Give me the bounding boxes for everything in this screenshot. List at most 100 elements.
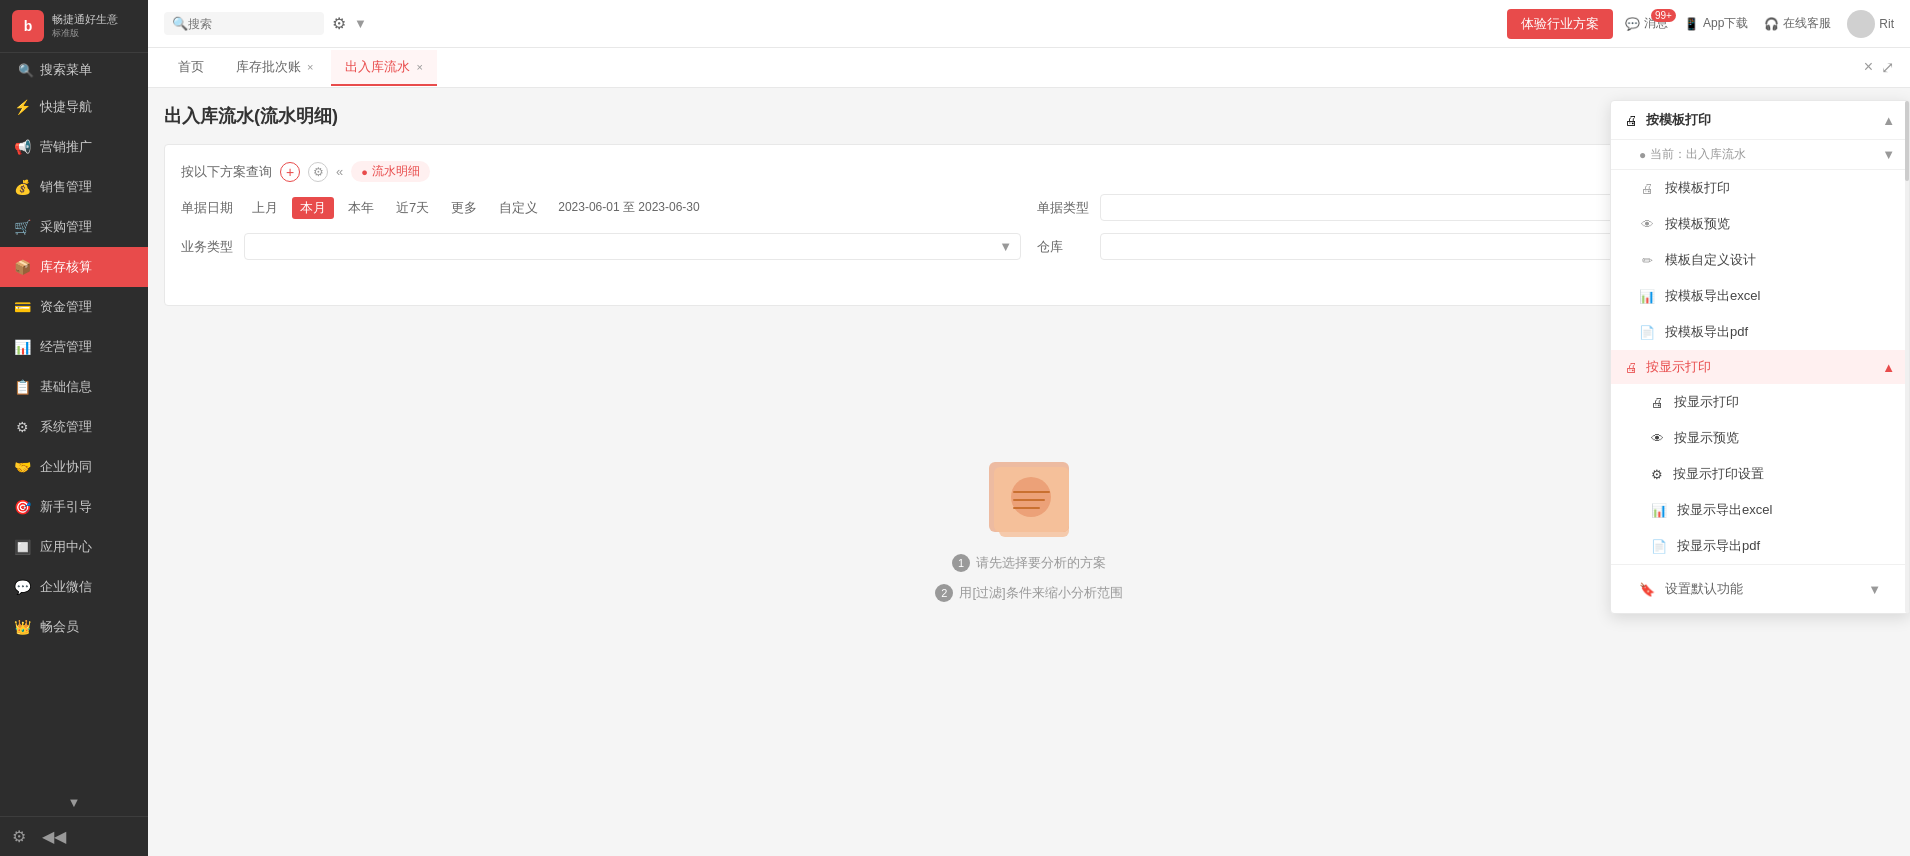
date-opt-last-month[interactable]: 上月: [244, 197, 286, 219]
filter-chip[interactable]: ● 流水明细: [351, 161, 430, 182]
dropdown-template-design[interactable]: ✏ 模板自定义设计: [1611, 242, 1909, 278]
display-excel-label: 按显示导出excel: [1677, 501, 1772, 519]
tab-flow[interactable]: 出入库流水 ×: [331, 50, 436, 86]
excel-icon: 📊: [1639, 288, 1655, 304]
tab-flow-label: 出入库流水: [345, 58, 410, 76]
step1-text: 请先选择要分析的方案: [976, 554, 1106, 572]
set-default-button[interactable]: 🔖 设置默认功能 ▼: [1625, 573, 1895, 605]
logo-icon: b: [12, 10, 44, 42]
filter-date-label: 单据日期: [181, 199, 236, 217]
nav-label: 销售管理: [40, 178, 92, 196]
nav-label: 企业协同: [40, 458, 92, 476]
dropdown-display-print[interactable]: 🖨 按显示打印: [1611, 384, 1909, 420]
content-area: 出入库流水(流水明细) 🖨 按模板打印 ▲ ⬆ 导出 ↻ 刷新: [148, 88, 1910, 856]
tab-home[interactable]: 首页: [164, 50, 218, 86]
nav-label: 采购管理: [40, 218, 92, 236]
brand-version: 标准版: [52, 27, 118, 40]
nav-label: 库存核算: [40, 258, 92, 276]
nav-label: 新手引导: [40, 498, 92, 516]
search-input[interactable]: [188, 17, 288, 31]
step2-text: 用[过滤]条件来缩小分析范围: [959, 584, 1122, 602]
nav-icon: ⚙: [12, 417, 32, 437]
window-controls: × ⤢: [1864, 58, 1894, 77]
filter-add-button[interactable]: +: [280, 162, 300, 182]
display-settings-label: 按显示打印设置: [1673, 465, 1764, 483]
nav-label: 应用中心: [40, 538, 92, 556]
date-opt-current-year[interactable]: 本年: [340, 197, 382, 219]
messages-badge: 99+: [1651, 9, 1676, 22]
window-close-btn[interactable]: ×: [1864, 58, 1873, 77]
dropdown-display-preview[interactable]: 👁 按显示预览: [1611, 420, 1909, 456]
filter-biztype-select[interactable]: ▼: [244, 233, 1021, 260]
nav-icon: ⚡: [12, 97, 32, 117]
chevron-down-icon: ▼: [999, 239, 1012, 254]
sidebar-item-marketing[interactable]: 📢 营销推广: [0, 127, 148, 167]
app-icon: 📱: [1684, 17, 1699, 31]
sidebar-item-finance[interactable]: 💳 资金管理: [0, 287, 148, 327]
sidebar-item-appcenter[interactable]: 🔲 应用中心: [0, 527, 148, 567]
section-arrow-up[interactable]: ▲: [1882, 360, 1895, 375]
date-opt-more[interactable]: 更多: [443, 197, 485, 219]
sidebar-item-enterprise[interactable]: 🤝 企业协同: [0, 447, 148, 487]
filter-settings-button[interactable]: ⚙: [308, 162, 328, 182]
filter-collapse-button[interactable]: «: [336, 164, 343, 179]
date-opt-7days[interactable]: 近7天: [388, 197, 437, 219]
print-icon: 🖨: [1639, 180, 1655, 196]
sidebar-item-system[interactable]: ⚙ 系统管理: [0, 407, 148, 447]
sidebar-item-wechat[interactable]: 💬 企业微信: [0, 567, 148, 607]
dropdown-display-pdf[interactable]: 📄 按显示导出pdf: [1611, 528, 1909, 564]
topbar-dropdown-arrow[interactable]: ▼: [354, 16, 367, 31]
filter-doctype-label: 单据类型: [1037, 199, 1092, 217]
dropdown-template-excel[interactable]: 📊 按模板导出excel: [1611, 278, 1909, 314]
nav-icon: 👑: [12, 617, 32, 637]
sidebar-scroll-down[interactable]: ▼: [0, 789, 148, 816]
messages-button[interactable]: 💬 消息 99+: [1625, 15, 1668, 32]
nav-icon: 🤝: [12, 457, 32, 477]
search-bar[interactable]: 🔍: [164, 12, 324, 35]
online-service-button[interactable]: 🎧 在线客服: [1764, 15, 1831, 32]
tab-batch[interactable]: 库存批次账 ×: [222, 50, 327, 86]
template-print-label: 按模板打印: [1665, 179, 1730, 197]
dropdown-template-print[interactable]: 🖨 按模板打印: [1611, 170, 1909, 206]
nav-icon: 💰: [12, 177, 32, 197]
app-download-button[interactable]: 📱 App下载: [1684, 15, 1748, 32]
collapse-icon[interactable]: ◀◀: [42, 827, 66, 846]
nav-icon: 🔲: [12, 537, 32, 557]
sidebar-item-sales[interactable]: 💰 销售管理: [0, 167, 148, 207]
sidebar-item-guide[interactable]: 🎯 新手引导: [0, 487, 148, 527]
sidebar-item-basics[interactable]: 📋 基础信息: [0, 367, 148, 407]
settings-icon[interactable]: ⚙: [12, 827, 26, 846]
tab-flow-close[interactable]: ×: [416, 61, 422, 73]
trial-button[interactable]: 体验行业方案: [1507, 9, 1613, 39]
topbar-gear-icon[interactable]: ⚙: [332, 14, 346, 33]
dropdown-scrollbar-thumb[interactable]: [1905, 101, 1909, 181]
step2-num: 2: [935, 584, 953, 602]
nav-label: 畅会员: [40, 618, 79, 636]
nav-label: 资金管理: [40, 298, 92, 316]
date-opt-current-month[interactable]: 本月: [292, 197, 334, 219]
sidebar-item-vip[interactable]: 👑 畅会员: [0, 607, 148, 647]
display-print-section-header[interactable]: 🖨 按显示打印 ▲: [1611, 350, 1909, 384]
sidebar-item-quick-nav[interactable]: ⚡ 快捷导航: [0, 87, 148, 127]
dropdown-display-excel[interactable]: 📊 按显示导出excel: [1611, 492, 1909, 528]
display-print-icon: 🖨: [1625, 360, 1638, 375]
sidebar-search[interactable]: 🔍 搜索菜单: [0, 53, 148, 87]
sidebar-item-purchase[interactable]: 🛒 采购管理: [0, 207, 148, 247]
dropdown-template-pdf[interactable]: 📄 按模板导出pdf: [1611, 314, 1909, 350]
template-excel-label: 按模板导出excel: [1665, 287, 1760, 305]
sidebar-item-operations[interactable]: 📊 经营管理: [0, 327, 148, 367]
set-default-label: 设置默认功能: [1665, 580, 1743, 598]
headset-icon: 🎧: [1764, 17, 1779, 31]
tab-home-label: 首页: [178, 58, 204, 76]
window-maximize-btn[interactable]: ⤢: [1881, 58, 1894, 77]
dropdown-display-settings[interactable]: ⚙ 按显示打印设置: [1611, 456, 1909, 492]
dropdown-collapse-btn[interactable]: ▲: [1882, 113, 1895, 128]
set-default-icon: 🔖: [1639, 582, 1655, 597]
current-dropdown-arrow[interactable]: ▼: [1882, 147, 1895, 162]
sidebar-item-inventory[interactable]: 📦 库存核算: [0, 247, 148, 287]
dropdown-template-preview[interactable]: 👁 按模板预览: [1611, 206, 1909, 242]
tab-batch-close[interactable]: ×: [307, 61, 313, 73]
date-opt-custom[interactable]: 自定义: [491, 197, 546, 219]
nav-label: 系统管理: [40, 418, 92, 436]
user-menu[interactable]: Rit: [1847, 10, 1894, 38]
